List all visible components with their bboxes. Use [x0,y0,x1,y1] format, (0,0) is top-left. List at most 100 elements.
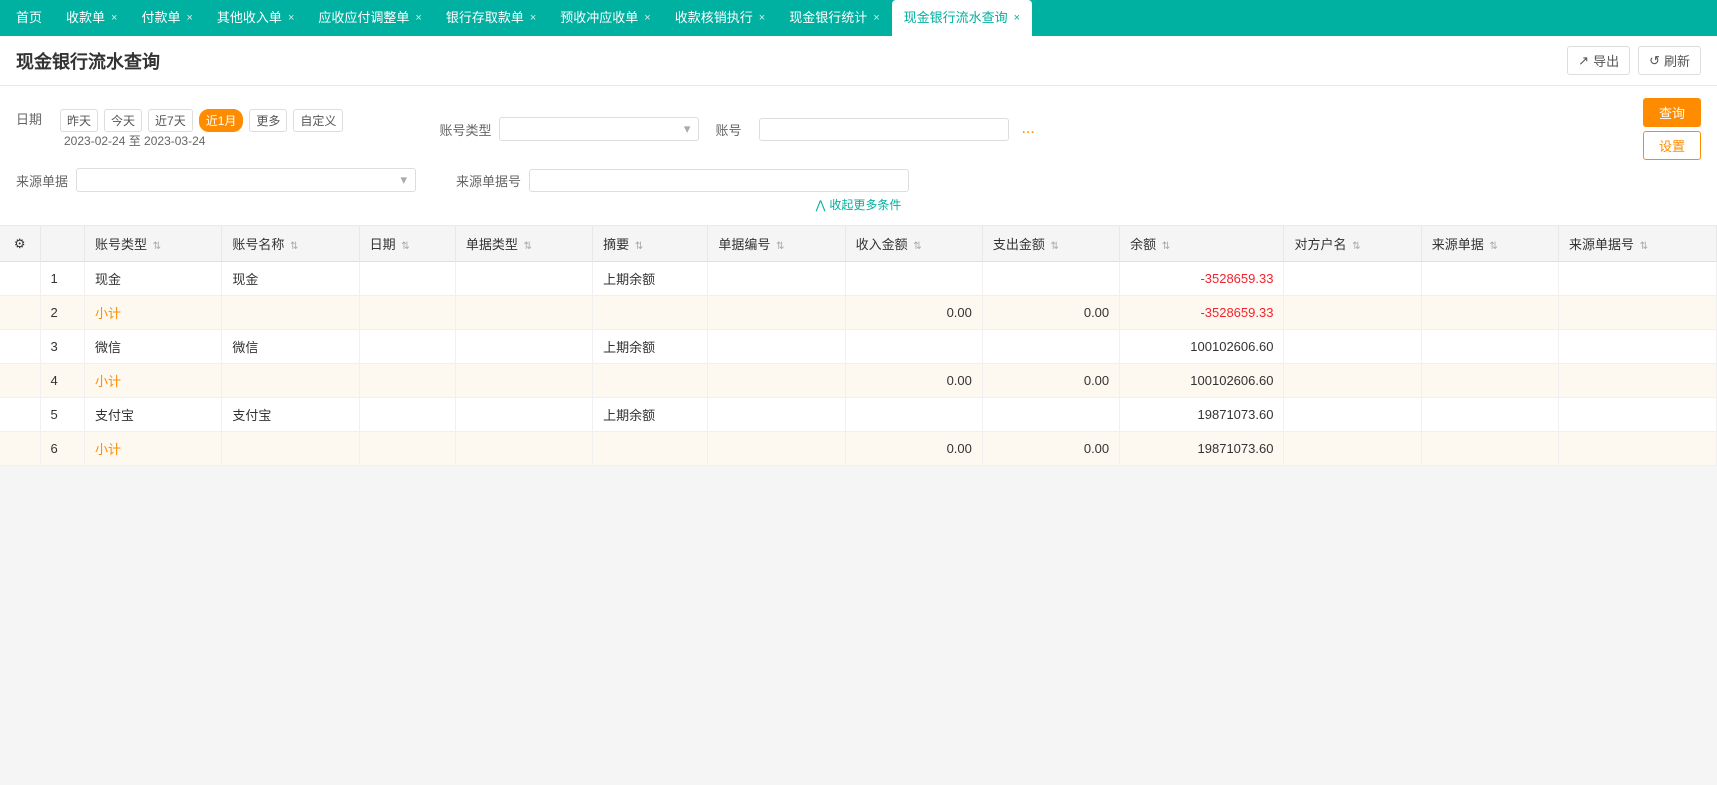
date-custom[interactable]: 自定义 [293,109,343,132]
nav-ar-adjust-close[interactable]: × [415,0,421,36]
page-title: 现金银行流水查询 [16,48,160,74]
cell-date [359,330,455,364]
nav-bank-flow-close[interactable]: × [1014,0,1020,36]
cell-income: 0.00 [845,364,982,398]
sort-account-type-icon: ⇅ [153,241,161,252]
account-type-select[interactable]: ▾ [499,117,699,141]
cell-source-doc-no [1559,330,1717,364]
col-expense[interactable]: 支出金额 ⇅ [982,226,1119,262]
date-more[interactable]: 更多 [249,109,287,132]
nav-bank-stat[interactable]: 现金银行统计 × [777,0,891,36]
cell-doc-no [708,330,845,364]
dots-button[interactable]: ... [1017,120,1038,138]
col-settings[interactable]: ⚙ [0,226,40,262]
nav-advance-close[interactable]: × [644,0,650,36]
sort-income-icon: ⇅ [913,241,921,252]
top-nav: 首页 收款单 × 付款单 × 其他收入单 × 应收应付调整单 × 银行存取款单 … [0,0,1717,36]
table-container: ⚙ 账号类型 ⇅ 账号名称 ⇅ 日期 ⇅ 单据类型 ⇅ [0,226,1717,466]
sort-account-name-icon: ⇅ [290,241,298,252]
col-source-doc[interactable]: 来源单据 ⇅ [1421,226,1558,262]
nav-bank-deposit-close[interactable]: × [530,0,536,36]
cell-settings [0,262,40,296]
filter-row-1: 日期 昨天 今天 近7天 近1月 更多 自定义 2023-02-24 至 202… [16,98,1701,160]
settings-button[interactable]: 设置 [1643,131,1701,160]
nav-write-off[interactable]: 收款核销执行 × [663,0,777,36]
collapse-arrow-icon: ⋀ [816,198,826,212]
cell-settings [0,296,40,330]
col-account-type[interactable]: 账号类型 ⇅ [85,226,222,262]
cell-doc-type [455,398,592,432]
cell-num: 4 [40,364,85,398]
nav-bank-deposit[interactable]: 银行存取款单 × [434,0,548,36]
date-yesterday[interactable]: 昨天 [60,109,98,132]
nav-ar-adjust[interactable]: 应收应付调整单 × [306,0,433,36]
cell-account-name: 现金 [222,262,359,296]
table-row: 5 支付宝 支付宝 上期余额 19871073.60 [0,398,1717,432]
cell-num: 1 [40,262,85,296]
nav-payment[interactable]: 付款单 × [129,0,204,36]
cell-doc-type [455,262,592,296]
cell-doc-no [708,364,845,398]
refresh-button[interactable]: ↺ 刷新 [1638,46,1701,75]
sort-expense-icon: ⇅ [1051,241,1059,252]
nav-home[interactable]: 首页 [4,0,54,36]
table-row: 2 小计 0.00 0.00 -3528659.33 [0,296,1717,330]
cell-account-type: 小计 [85,296,222,330]
col-counterparty[interactable]: 对方户名 ⇅ [1284,226,1421,262]
nav-receipt[interactable]: 收款单 × [54,0,129,36]
col-doc-no[interactable]: 单据编号 ⇅ [708,226,845,262]
cell-date [359,398,455,432]
date-1month[interactable]: 近1月 [199,109,244,132]
date-range: 2023-02-24 至 2023-03-24 [64,132,343,149]
cell-income [845,330,982,364]
col-income[interactable]: 收入金额 ⇅ [845,226,982,262]
cell-balance: 100102606.60 [1120,330,1284,364]
table-body: 1 现金 现金 上期余额 -3528659.33 2 小计 0.00 0.00 … [0,262,1717,466]
date-shortcut-group: 昨天 今天 近7天 近1月 更多 自定义 2023-02-24 至 2023-0… [60,109,343,149]
export-button[interactable]: ↗ 导出 [1567,46,1630,75]
col-doc-type[interactable]: 单据类型 ⇅ [455,226,592,262]
cell-expense [982,330,1119,364]
table-row: 3 微信 微信 上期余额 100102606.60 [0,330,1717,364]
cell-counterparty [1284,262,1421,296]
nav-bank-flow[interactable]: 现金银行流水查询 × [892,0,1032,36]
nav-other-income-close[interactable]: × [288,0,294,36]
cell-num: 2 [40,296,85,330]
nav-other-income[interactable]: 其他收入单 × [205,0,306,36]
query-button[interactable]: 查询 [1643,98,1701,127]
cell-counterparty [1284,398,1421,432]
nav-receipt-close[interactable]: × [111,0,117,36]
account-group: 账号 ... [715,118,1038,141]
col-num [40,226,85,262]
nav-bank-stat-close[interactable]: × [873,0,879,36]
date-today[interactable]: 今天 [104,109,142,132]
account-input[interactable] [759,118,1009,141]
col-summary[interactable]: 摘要 ⇅ [593,226,708,262]
cell-account-name [222,364,359,398]
cell-account-name [222,432,359,466]
cell-account-type: 小计 [85,432,222,466]
refresh-icon: ↺ [1649,53,1660,69]
collapse-label: 收起更多条件 [829,196,901,213]
nav-write-off-close[interactable]: × [759,0,765,36]
sort-summary-icon: ⇅ [635,241,643,252]
col-account-name[interactable]: 账号名称 ⇅ [222,226,359,262]
cell-source-doc-no [1559,296,1717,330]
nav-payment-close[interactable]: × [186,0,192,36]
source-doc-label: 来源单据 [16,171,68,190]
source-doc-select[interactable]: ▾ [76,168,416,192]
source-doc-no-input[interactable] [529,169,909,192]
cell-balance: -3528659.33 [1120,262,1284,296]
collapse-bar[interactable]: ⋀ 收起更多条件 [16,192,1701,213]
col-date[interactable]: 日期 ⇅ [359,226,455,262]
cell-account-type: 小计 [85,364,222,398]
nav-advance[interactable]: 预收冲应收单 × [548,0,662,36]
col-source-doc-no[interactable]: 来源单据号 ⇅ [1559,226,1717,262]
date-7days[interactable]: 近7天 [148,109,193,132]
source-doc-no-label: 来源单据号 [456,171,521,190]
table-settings-icon[interactable]: ⚙ [14,236,26,251]
cell-doc-no [708,432,845,466]
header-actions: ↗ 导出 ↺ 刷新 [1567,46,1701,75]
col-balance[interactable]: 余额 ⇅ [1120,226,1284,262]
cell-settings [0,432,40,466]
